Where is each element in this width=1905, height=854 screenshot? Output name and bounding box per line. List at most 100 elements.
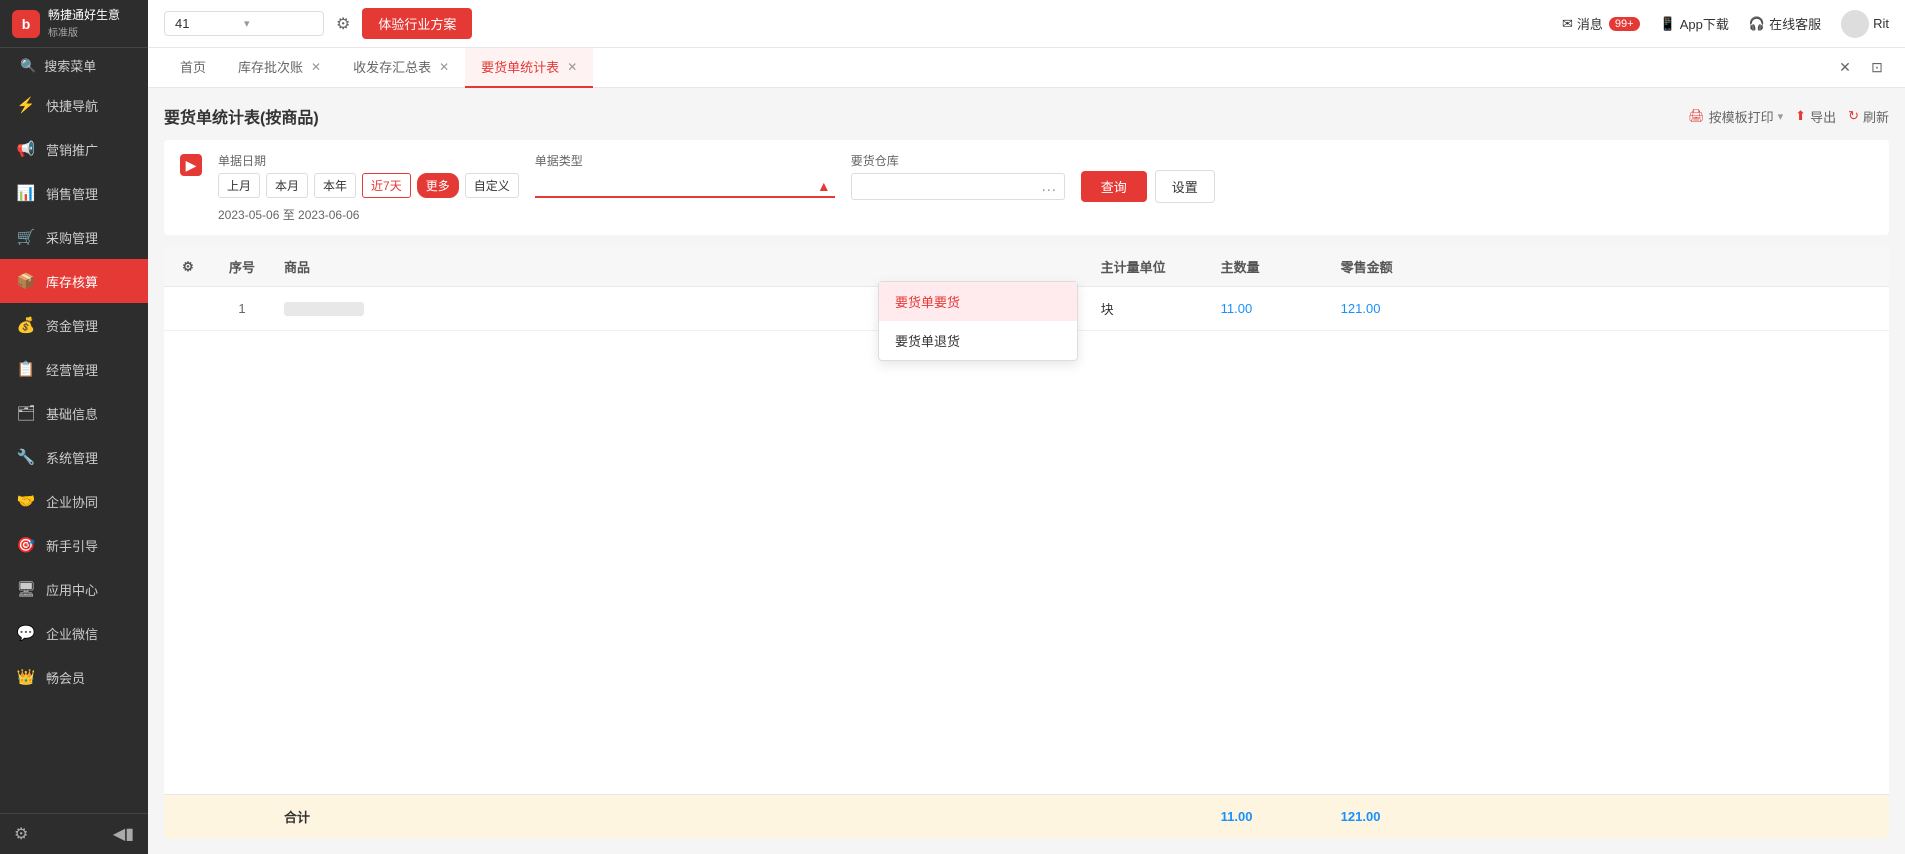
sidebar-item-operations[interactable]: 📋 经营管理 <box>0 347 148 391</box>
sidebar-item-inventory[interactable]: 📦 库存核算 <box>0 259 148 303</box>
logo-icon: b <box>12 10 40 38</box>
tab-recv-send[interactable]: 收发存汇总表 ✕ <box>337 48 465 88</box>
sidebar-item-member[interactable]: 👑 畅会员 <box>0 655 148 699</box>
dropdown-item-return[interactable]: 要货单退货 <box>879 321 1077 360</box>
col-product-label: 商品 <box>284 257 310 276</box>
close-all-btn[interactable]: ✕ <box>1833 56 1857 80</box>
brand-sub: 标准版 <box>48 24 120 39</box>
tab-inventory-batch[interactable]: 库存批次账 ✕ <box>222 48 337 88</box>
settings-icon[interactable]: ⚙ <box>14 824 28 844</box>
nav-label-finance: 资金管理 <box>46 316 98 335</box>
collapse-icon[interactable]: ◀▮ <box>113 824 134 844</box>
table-footer: 合计 11.00 121.00 <box>164 794 1889 838</box>
message-icon: ✉ <box>1562 16 1573 32</box>
td-unit: 块 <box>1089 299 1209 318</box>
topbar-gear-icon[interactable]: ⚙ <box>336 14 350 34</box>
settings-col-icon[interactable]: ⚙ <box>182 259 194 275</box>
date-filter-label: 单据日期 <box>218 152 519 169</box>
td-qty: 11.00 <box>1209 301 1329 316</box>
messages-btn[interactable]: ✉ 消息 99+ <box>1562 14 1640 33</box>
refresh-btn[interactable]: ↻ 刷新 <box>1848 107 1889 126</box>
nav-label-guide: 新手引导 <box>46 536 98 555</box>
company-selector[interactable]: 41 ▾ <box>164 11 324 36</box>
nav-label-quick-nav: 快捷导航 <box>46 96 98 115</box>
warehouse-label: 要货仓库 <box>851 152 1065 169</box>
sidebar-search-item[interactable]: 🔍 搜索菜单 <box>0 48 148 83</box>
custom-btn[interactable]: 自定义 <box>465 173 519 198</box>
sidebar-item-sales[interactable]: 📊 销售管理 <box>0 171 148 215</box>
prev-month-btn[interactable]: 上月 <box>218 173 260 198</box>
sidebar-item-purchase[interactable]: 🛒 采购管理 <box>0 215 148 259</box>
order-type-input[interactable] <box>535 173 835 198</box>
date-range-display: 2023-05-06 至 2023-06-06 <box>218 206 519 223</box>
sidebar-item-quick-nav[interactable]: ⚡ 快捷导航 <box>0 83 148 127</box>
col-num-header: 序号 <box>212 257 272 276</box>
sidebar-item-basic[interactable]: 🗂 基础信息 <box>0 391 148 435</box>
filter-expand-btn[interactable]: ▶ <box>180 154 202 176</box>
nav-label-operations: 经营管理 <box>46 360 98 379</box>
col-num-label: 序号 <box>229 257 255 276</box>
warehouse-input[interactable] <box>851 173 1065 200</box>
sidebar-item-finance[interactable]: 💰 资金管理 <box>0 303 148 347</box>
sidebar-item-guide[interactable]: 🎯 新手引导 <box>0 523 148 567</box>
row-num: 1 <box>238 301 245 316</box>
settings-btn[interactable]: 设置 <box>1155 170 1215 203</box>
app-download-btn[interactable]: 📱 App下载 <box>1660 14 1729 33</box>
print-template-btn[interactable]: 🖨 按模板打印 ▾ <box>1688 107 1783 126</box>
filter-row: 单据日期 上月 本月 本年 近7天 更多 自定义 2023-05-06 至 20… <box>218 152 1873 223</box>
close-icon[interactable]: ✕ <box>567 60 577 74</box>
sidebar-item-system[interactable]: 🔧 系统管理 <box>0 435 148 479</box>
main-content: 41 ▾ ⚙ 体验行业方案 ✉ 消息 99+ 📱 App下载 🎧 在线客服 R <box>148 0 1905 854</box>
chevron-down-icon[interactable]: ▾ <box>1778 110 1784 123</box>
nav-icon-inventory: 📦 <box>16 271 36 291</box>
order-type-filter-group: 单据类型 ▲ <box>535 152 835 198</box>
dropdown-item-goods[interactable]: 要货单要货 <box>879 282 1077 321</box>
chevron-down-icon: ▾ <box>244 17 313 30</box>
row-unit: 块 <box>1101 299 1114 318</box>
sidebar-bottom: ⚙ ◀▮ <box>0 813 148 854</box>
nav-icon-finance: 💰 <box>16 315 36 335</box>
nav-label-basic: 基础信息 <box>46 404 98 423</box>
col-unit-label: 主计量单位 <box>1101 257 1166 276</box>
total-qty: 11.00 <box>1221 809 1253 824</box>
current-month-btn[interactable]: 本月 <box>266 173 308 198</box>
sidebar-item-enterprise[interactable]: 🤝 企业协同 <box>0 479 148 523</box>
row-qty: 11.00 <box>1221 301 1253 316</box>
sidebar-item-app-center[interactable]: 🖥 应用中心 <box>0 567 148 611</box>
nav-label-purchase: 采购管理 <box>46 228 98 247</box>
tab-order-summary[interactable]: 要货单统计表 ✕ <box>465 48 593 88</box>
current-year-btn[interactable]: 本年 <box>314 173 356 198</box>
export-icon: ⬆ <box>1795 108 1806 124</box>
more-date-btn[interactable]: 更多 <box>417 173 459 198</box>
page-header: 要货单统计表(按商品) 🖨 按模板打印 ▾ ⬆ 导出 ↻ 刷新 <box>164 104 1889 128</box>
user-avatar-btn[interactable]: Rit <box>1841 10 1889 38</box>
tfoot-qty: 11.00 <box>1221 809 1341 824</box>
avatar <box>1841 10 1869 38</box>
online-service-btn[interactable]: 🎧 在线客服 <box>1749 14 1821 33</box>
query-btn[interactable]: 查询 <box>1081 171 1147 202</box>
refresh-icon: ↻ <box>1848 108 1859 124</box>
total-label: 合计 <box>284 810 310 825</box>
nav-label-sales: 销售管理 <box>46 184 98 203</box>
chevron-up-icon[interactable]: ▲ <box>817 178 831 194</box>
sidebar-item-marketing[interactable]: 📢 营销推广 <box>0 127 148 171</box>
close-icon[interactable]: ✕ <box>439 60 449 74</box>
page-title: 要货单统计表(按商品) <box>164 104 319 128</box>
print-template-label: 按模板打印 <box>1709 107 1774 126</box>
order-type-dropdown: 要货单要货 要货单退货 <box>878 281 1078 361</box>
brand-name: 畅捷通好生意 <box>48 8 120 24</box>
order-type-label: 单据类型 <box>535 152 835 169</box>
sidebar-item-wechat[interactable]: 💬 企业微信 <box>0 611 148 655</box>
nav-icon-marketing: 📢 <box>16 139 36 159</box>
week-btn[interactable]: 近7天 <box>362 173 411 198</box>
trial-btn[interactable]: 体验行业方案 <box>362 8 472 39</box>
total-amount: 121.00 <box>1341 809 1381 824</box>
search-label: 搜索菜单 <box>44 56 96 75</box>
maximize-btn[interactable]: ⊡ <box>1865 56 1889 80</box>
nav-icon-guide: 🎯 <box>16 535 36 555</box>
more-options-icon[interactable]: … <box>1041 178 1057 196</box>
export-btn[interactable]: ⬆ 导出 <box>1795 107 1836 126</box>
close-icon[interactable]: ✕ <box>311 60 321 74</box>
tab-home[interactable]: 首页 <box>164 48 222 88</box>
nav-icon-member: 👑 <box>16 667 36 687</box>
